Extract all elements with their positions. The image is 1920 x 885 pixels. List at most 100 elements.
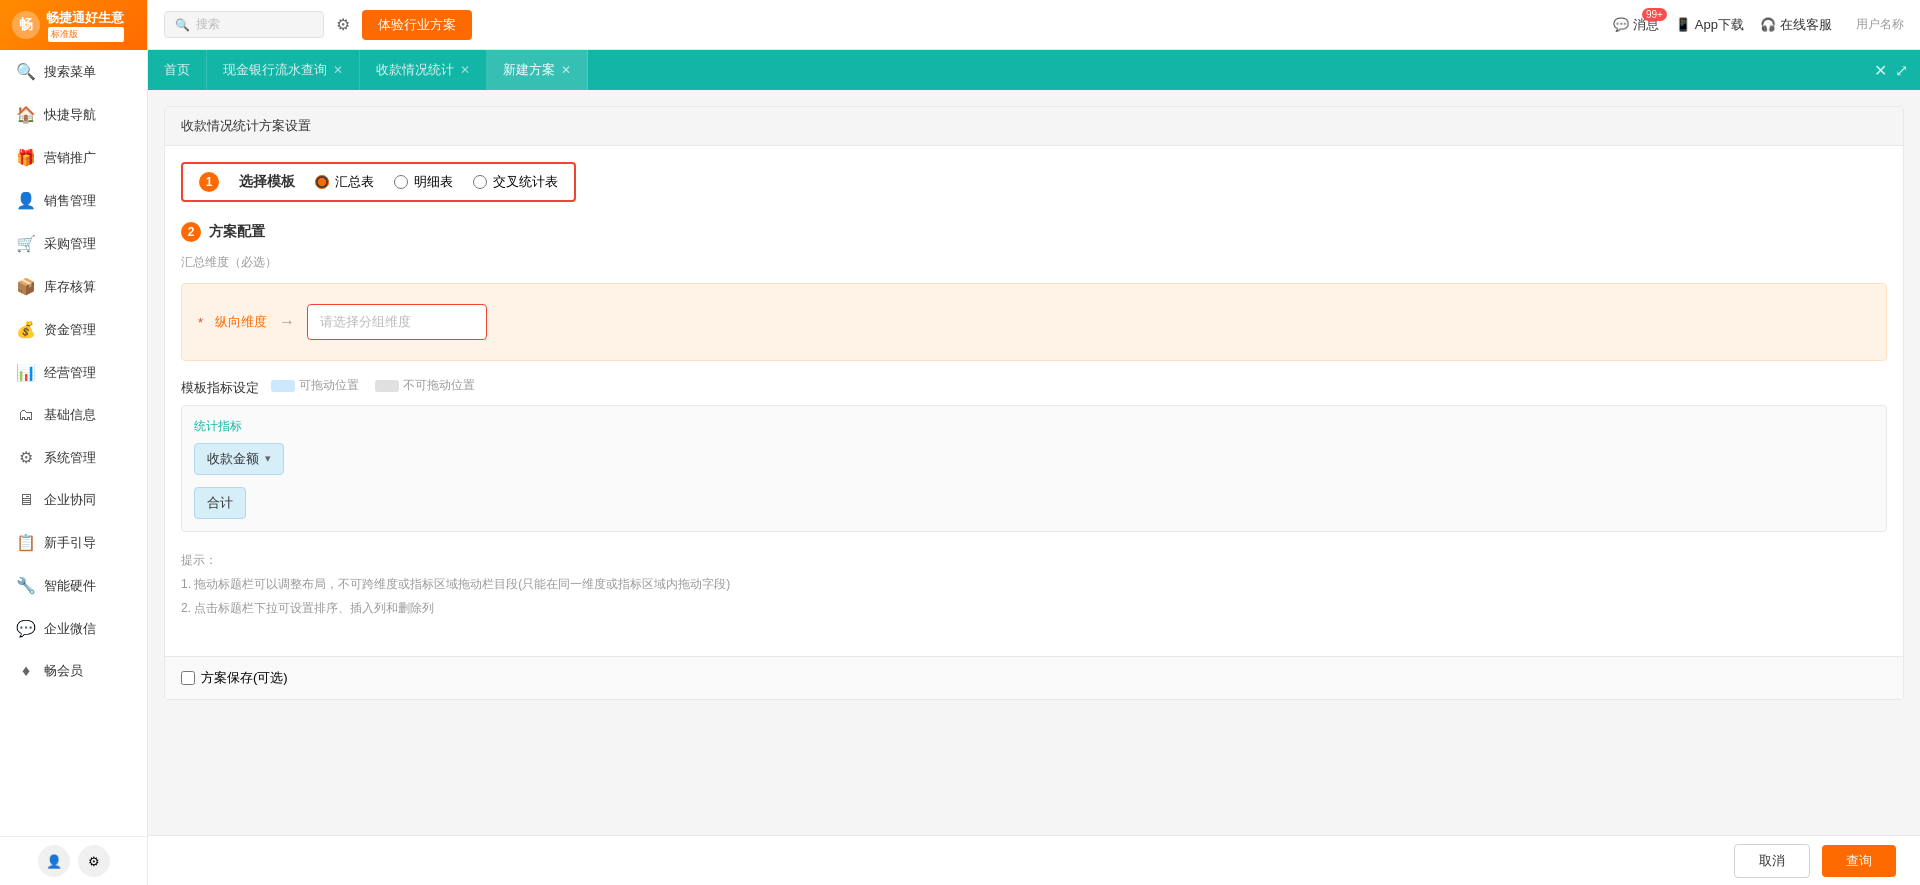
sidebar-item-enterprise[interactable]: 🖥 企业协同	[0, 479, 147, 521]
query-button[interactable]: 查询	[1822, 845, 1896, 877]
step2-header: 2 方案配置	[181, 222, 1887, 242]
download-button[interactable]: 📱 App下载	[1675, 16, 1744, 34]
message-button[interactable]: 💬 消息 99+	[1613, 16, 1659, 34]
home-icon: 🏠	[16, 105, 36, 124]
cart-icon: 🛒	[16, 234, 36, 253]
step2-num: 2	[181, 222, 201, 242]
tab-receipt-stats-close[interactable]: ✕	[460, 63, 470, 77]
download-label: App下载	[1695, 16, 1744, 34]
sidebar-item-wechat[interactable]: 💬 企业微信	[0, 607, 147, 650]
metrics-section-label: 统计指标	[194, 418, 1874, 435]
dimension-arrow: →	[279, 313, 295, 331]
hardware-icon: 🔧	[16, 576, 36, 595]
sidebar-item-finance[interactable]: 💰 资金管理	[0, 308, 147, 351]
service-button[interactable]: 🎧 在线客服	[1760, 16, 1832, 34]
sidebar-item-smart-hw[interactable]: 🔧 智能硬件	[0, 564, 147, 607]
gift-icon: 🎁	[16, 148, 36, 167]
sidebar-item-inventory[interactable]: 📦 库存核算	[0, 265, 147, 308]
dimension-area: * 纵向维度 → 请选择分组维度	[181, 283, 1887, 361]
metric-total: 合计	[194, 487, 246, 519]
tab-bank-flow[interactable]: 现金银行流水查询 ✕	[207, 50, 360, 90]
sidebar-item-purchase[interactable]: 🛒 采购管理	[0, 222, 147, 265]
sidebar-item-label: 畅会员	[44, 662, 83, 680]
logo-icon: 畅	[12, 11, 40, 39]
sidebar-item-label: 企业微信	[44, 620, 96, 638]
sidebar-item-label: 快捷导航	[44, 106, 96, 124]
sidebar-bottom-icon2[interactable]: ⚙	[78, 845, 110, 877]
note-draggable: 可拖动位置	[271, 377, 359, 394]
page-title: 收款情况统计方案设置	[181, 118, 311, 133]
footer-bar: 取消 查询	[148, 835, 1920, 885]
sidebar-item-label: 采购管理	[44, 235, 96, 253]
tip2: 2. 点击标题栏下拉可设置排序、插入列和删除列	[181, 596, 1887, 620]
content-area: 收款情况统计方案设置 1 选择模板 汇总表	[148, 90, 1920, 835]
tab-bank-flow-close[interactable]: ✕	[333, 63, 343, 77]
sidebar-item-basic-info[interactable]: 🗂 基础信息	[0, 394, 147, 436]
chevron-down-icon: ▾	[265, 452, 271, 465]
dimension-placeholder: 请选择分组维度	[320, 314, 411, 329]
sidebar-item-label: 系统管理	[44, 449, 96, 467]
tab-home-label: 首页	[164, 61, 190, 79]
save-checkbox[interactable]	[181, 671, 195, 685]
radio-summary-input[interactable]	[315, 175, 329, 189]
template-selection-box: 1 选择模板 汇总表 明细表	[181, 162, 576, 202]
dimension-select[interactable]: 请选择分组维度	[307, 304, 487, 340]
member-icon: ♦	[16, 662, 36, 680]
sidebar-item-label: 库存核算	[44, 278, 96, 296]
sidebar-item-label: 搜索菜单	[44, 63, 96, 81]
panel-header: 收款情况统计方案设置	[165, 107, 1903, 146]
sidebar-item-search-menu[interactable]: 🔍 搜索菜单	[0, 50, 147, 93]
draggable-label: 可拖动位置	[299, 377, 359, 394]
cancel-button[interactable]: 取消	[1734, 844, 1810, 878]
sidebar-item-quick-nav[interactable]: 🏠 快捷导航	[0, 93, 147, 136]
step1-label: 选择模板	[239, 173, 295, 191]
radio-detail-label: 明细表	[414, 173, 453, 191]
sidebar-bottom: 👤 ⚙	[0, 836, 147, 885]
settings-icon[interactable]: ⚙	[336, 15, 350, 34]
search-icon: 🔍	[175, 18, 190, 32]
radio-cross[interactable]: 交叉统计表	[473, 173, 558, 191]
tab-receipt-stats-label: 收款情况统计	[376, 61, 454, 79]
radio-detail[interactable]: 明细表	[394, 173, 453, 191]
sidebar-item-operations[interactable]: 📊 经营管理	[0, 351, 147, 394]
tab-close-all-icon[interactable]: ✕	[1874, 61, 1887, 80]
sidebar-item-label: 智能硬件	[44, 577, 96, 595]
sidebar-item-system[interactable]: ⚙ 系统管理	[0, 436, 147, 479]
dimension-config-label: 汇总维度（必选）	[181, 254, 1887, 271]
sidebar-bottom-icon1[interactable]: 👤	[38, 845, 70, 877]
note-fixed: 不可拖动位置	[375, 377, 475, 394]
sidebar-item-label: 经营管理	[44, 364, 96, 382]
save-option-label: 方案保存(可选)	[201, 669, 288, 687]
sidebar-item-sales[interactable]: 👤 销售管理	[0, 179, 147, 222]
chart-icon: 📊	[16, 363, 36, 382]
sidebar-item-label: 企业协同	[44, 491, 96, 509]
tab-home[interactable]: 首页	[148, 50, 207, 90]
tab-new-plan-label: 新建方案	[503, 61, 555, 79]
radio-summary-label: 汇总表	[335, 173, 374, 191]
sidebar-item-member[interactable]: ♦ 畅会员	[0, 650, 147, 692]
topbar-search-box[interactable]: 🔍 搜索	[164, 11, 324, 38]
radio-detail-input[interactable]	[394, 175, 408, 189]
tab-new-plan[interactable]: 新建方案 ✕	[487, 50, 588, 90]
download-icon: 📱	[1675, 17, 1691, 32]
trial-button[interactable]: 体验行业方案	[362, 10, 472, 40]
tip1: 1. 拖动标题栏可以调整布局，不可跨维度或指标区域拖动栏目段(只能在同一维度或指…	[181, 572, 1887, 596]
metric-total-label: 合计	[207, 494, 233, 512]
step1-section: 1 选择模板 汇总表 明细表	[181, 162, 1887, 202]
dimension-title: 汇总维度（必选）	[181, 255, 277, 269]
radio-cross-input[interactable]	[473, 175, 487, 189]
metrics-note: 可拖动位置 不可拖动位置	[271, 377, 475, 394]
search-menu-icon: 🔍	[16, 62, 36, 81]
sidebar-item-marketing[interactable]: 🎁 营销推广	[0, 136, 147, 179]
metrics-card-area: 统计指标 收款金额 ▾ 合计	[181, 405, 1887, 532]
sidebar-item-guide[interactable]: 📋 新手引导	[0, 521, 147, 564]
draggable-badge	[271, 380, 295, 392]
radio-summary[interactable]: 汇总表	[315, 173, 374, 191]
metric-card-amount[interactable]: 收款金额 ▾	[194, 443, 284, 475]
tab-expand-icon[interactable]: ⤢	[1895, 61, 1908, 80]
radio-cross-label: 交叉统计表	[493, 173, 558, 191]
step2-section: 2 方案配置 汇总维度（必选） * 纵向维度 → 请选择分组维度	[181, 222, 1887, 620]
tab-new-plan-close[interactable]: ✕	[561, 63, 571, 77]
tab-receipt-stats[interactable]: 收款情况统计 ✕	[360, 50, 487, 90]
gear-icon: ⚙	[16, 448, 36, 467]
